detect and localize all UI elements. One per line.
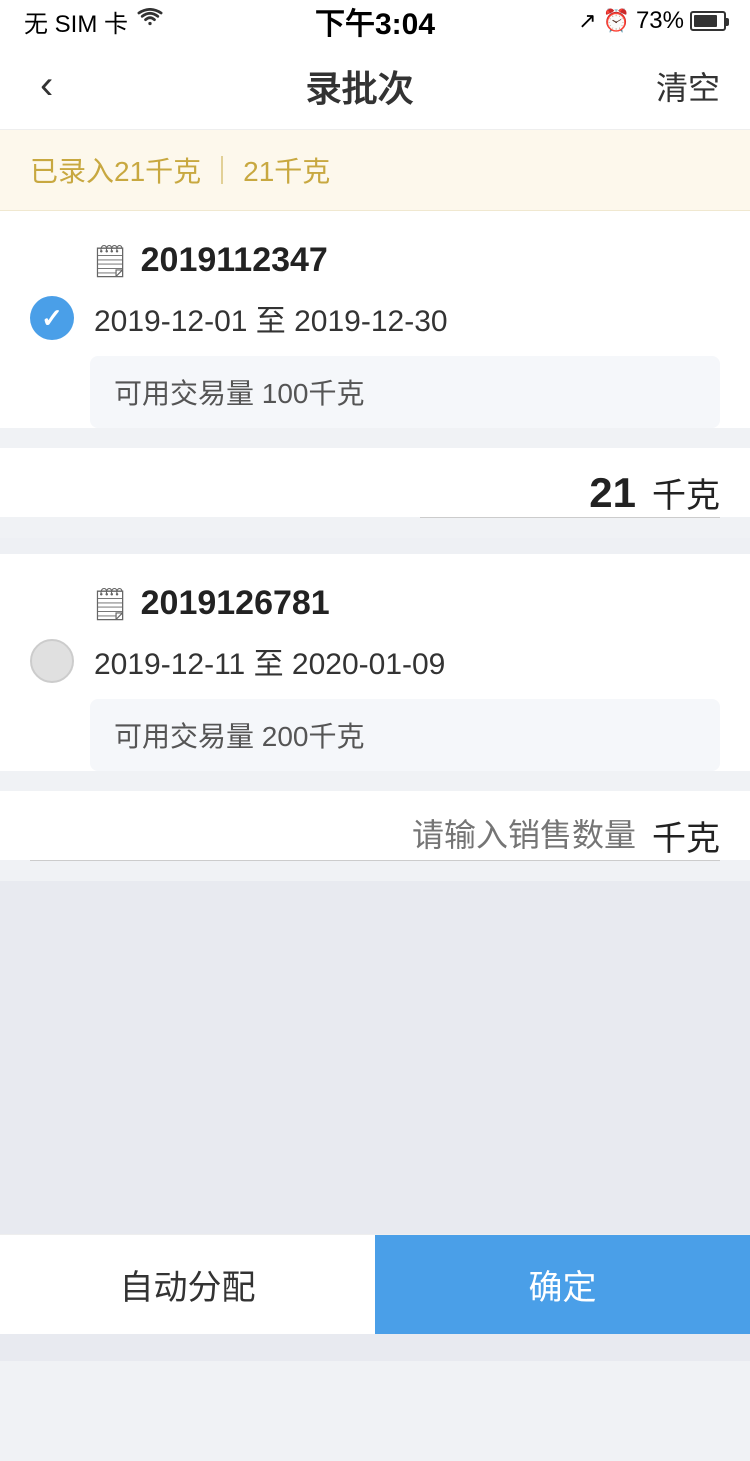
- time-label: 下午3:04: [315, 8, 435, 41]
- amount-row-1: 千克: [0, 448, 750, 517]
- status-bar: 无 SIM 卡 下午3:04 ↗ ⏰ 73%: [0, 0, 750, 42]
- alarm-icon: ⏰: [603, 8, 630, 34]
- batch-header-2: 🗒 2019126781: [90, 584, 720, 623]
- carrier-label: 无 SIM 卡: [24, 4, 128, 39]
- amount-underline-1: [420, 517, 720, 518]
- batch-doc-icon-2: 🗒: [90, 585, 131, 623]
- back-button[interactable]: ‹: [30, 53, 63, 118]
- checkmark-icon-1: ✓: [41, 303, 63, 334]
- batch-date-2: 2019-12-11 至 2020-01-09: [94, 639, 445, 683]
- sales-unit-2: 千克: [652, 811, 720, 860]
- batch-card-2: 🗒 2019126781 2019-12-11 至 2020-01-09 可用交…: [0, 554, 750, 771]
- total-label: 21千克: [243, 150, 330, 190]
- radio-unselected-2[interactable]: [30, 639, 74, 683]
- batch-row-2[interactable]: 2019-12-11 至 2020-01-09: [30, 639, 720, 683]
- available-row-2: 可用交易量 200千克: [90, 699, 720, 771]
- input-underline-2: [30, 860, 720, 861]
- status-right: ↗ ⏰ 73%: [578, 7, 726, 35]
- sales-input-2[interactable]: [30, 817, 636, 854]
- card-divider: [0, 538, 750, 554]
- radio-selected-1[interactable]: ✓: [30, 296, 74, 340]
- bottom-bar: 自动分配 确定: [0, 1234, 750, 1334]
- recorded-label: 已录入21千克: [30, 150, 201, 190]
- batch-doc-icon-1: 🗒: [90, 242, 131, 280]
- batch-number-1: 2019112347: [141, 241, 328, 280]
- battery-label: 73%: [636, 7, 684, 35]
- time-display: 下午3:04: [315, 0, 435, 43]
- status-left: 无 SIM 卡: [24, 4, 164, 39]
- batch-card-1: 🗒 2019112347 ✓ 2019-12-01 至 2019-12-30 可…: [0, 211, 750, 428]
- batch-header-1: 🗒 2019112347: [90, 241, 720, 280]
- clear-button[interactable]: 清空: [656, 63, 720, 109]
- battery-icon: [690, 11, 726, 31]
- auto-distribute-button[interactable]: 自动分配: [0, 1235, 375, 1334]
- nav-bar: ‹ 录批次 清空: [0, 42, 750, 130]
- wifi-icon: [136, 7, 164, 35]
- info-divider: [221, 156, 223, 184]
- amount-unit-1: 千克: [652, 468, 720, 517]
- info-banner: 已录入21千克 21千克: [0, 130, 750, 211]
- input-row-2: 千克: [0, 791, 750, 860]
- available-row-1: 可用交易量 100千克: [90, 356, 720, 428]
- amount-input-1[interactable]: [436, 469, 636, 517]
- location-icon: ↗: [578, 8, 596, 34]
- confirm-button[interactable]: 确定: [375, 1235, 750, 1334]
- batch-row-1[interactable]: ✓ 2019-12-01 至 2019-12-30: [30, 296, 720, 340]
- batch-date-1: 2019-12-01 至 2019-12-30: [94, 296, 448, 340]
- batch-number-2: 2019126781: [141, 584, 330, 623]
- page-title: 录批次: [306, 60, 414, 112]
